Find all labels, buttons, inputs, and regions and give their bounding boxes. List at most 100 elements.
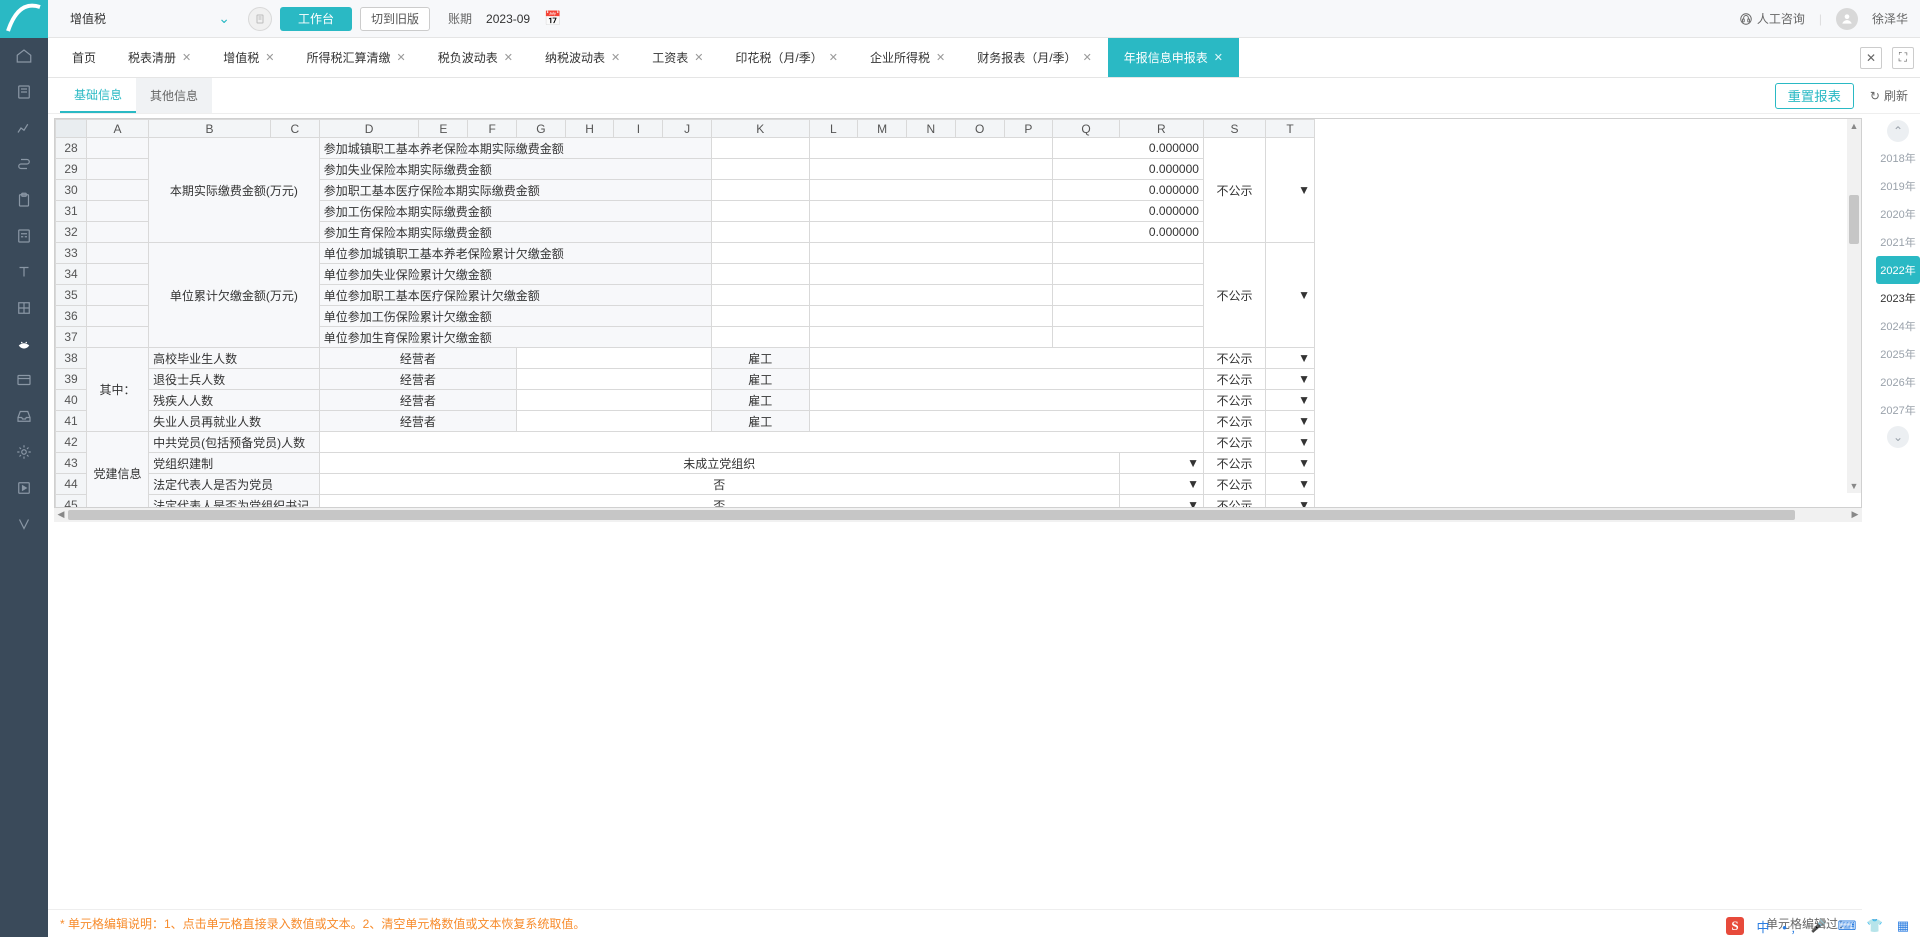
corner-cell[interactable] bbox=[56, 120, 87, 138]
username[interactable]: 徐泽华 bbox=[1872, 10, 1908, 27]
tab-item[interactable]: 纳税波动表✕ bbox=[529, 38, 636, 77]
round-doc-icon[interactable] bbox=[248, 7, 272, 31]
cell[interactable] bbox=[87, 180, 149, 201]
cell[interactable]: 单位参加工伤保险累计欠缴金额 bbox=[319, 306, 711, 327]
cell[interactable]: 经营者 bbox=[319, 411, 516, 432]
nav-grid-icon[interactable] bbox=[0, 290, 48, 326]
cell[interactable] bbox=[711, 180, 809, 201]
scroll-down-icon[interactable]: ▼ bbox=[1847, 479, 1861, 493]
tab-item[interactable]: 工资表✕ bbox=[636, 38, 719, 77]
row-header[interactable]: 39 bbox=[56, 369, 87, 390]
col-header[interactable]: K bbox=[711, 120, 809, 138]
cell[interactable] bbox=[87, 285, 149, 306]
nav-inbox-icon[interactable] bbox=[0, 398, 48, 434]
col-header[interactable]: D bbox=[319, 120, 419, 138]
cell[interactable]: 否 bbox=[319, 495, 1119, 508]
col-header[interactable]: J bbox=[663, 120, 712, 138]
cell[interactable] bbox=[711, 222, 809, 243]
cell[interactable] bbox=[1053, 327, 1204, 348]
year-nav-down-icon[interactable]: ⌄ bbox=[1887, 426, 1909, 448]
close-all-tabs-icon[interactable]: ✕ bbox=[1860, 47, 1882, 69]
nav-money-icon[interactable] bbox=[0, 146, 48, 182]
cell[interactable] bbox=[809, 138, 1053, 159]
row-header[interactable]: 31 bbox=[56, 201, 87, 222]
tab-close-icon[interactable]: ✕ bbox=[936, 51, 945, 64]
year-item[interactable]: 2027年 bbox=[1876, 396, 1919, 424]
tab-item[interactable]: 财务报表（月/季）✕ bbox=[961, 38, 1108, 77]
cell[interactable] bbox=[809, 201, 1053, 222]
cell[interactable]: 不公示 bbox=[1203, 138, 1265, 243]
vertical-scrollbar[interactable]: ▲ ▼ bbox=[1847, 119, 1861, 493]
cell[interactable]: 0.000000 bbox=[1053, 180, 1204, 201]
row-header[interactable]: 30 bbox=[56, 180, 87, 201]
cell[interactable]: 参加生育保险本期实际缴费金额 bbox=[319, 222, 711, 243]
cell[interactable] bbox=[711, 201, 809, 222]
cell[interactable]: 单位参加城镇职工基本养老保险累计欠缴金额 bbox=[319, 243, 711, 264]
nav-chart-icon[interactable] bbox=[0, 110, 48, 146]
year-item[interactable]: 2018年 bbox=[1876, 144, 1919, 172]
cell[interactable] bbox=[516, 348, 711, 369]
cell[interactable]: 0.000000 bbox=[1053, 138, 1204, 159]
cell[interactable]: 单位参加生育保险累计欠缴金额 bbox=[319, 327, 711, 348]
year-item[interactable]: 2020年 bbox=[1876, 200, 1919, 228]
cell[interactable] bbox=[711, 159, 809, 180]
cell[interactable] bbox=[809, 411, 1203, 432]
row-header[interactable]: 29 bbox=[56, 159, 87, 180]
nav-card-icon[interactable] bbox=[0, 362, 48, 398]
cell[interactable] bbox=[809, 369, 1203, 390]
cell[interactable] bbox=[516, 369, 711, 390]
nav-gear-icon[interactable] bbox=[0, 434, 48, 470]
cell[interactable]: 中共党员(包括预备党员)人数 bbox=[149, 432, 320, 453]
cell[interactable]: 不公示 bbox=[1203, 369, 1265, 390]
consult-link[interactable]: 人工咨询 bbox=[1739, 10, 1805, 27]
scroll-up-icon[interactable]: ▲ bbox=[1847, 119, 1861, 133]
cell[interactable] bbox=[87, 306, 149, 327]
cell[interactable]: 不公示 bbox=[1203, 348, 1265, 369]
ime-cn-icon[interactable]: 中 bbox=[1754, 917, 1772, 935]
scroll-left-icon[interactable]: ◀ bbox=[54, 508, 68, 522]
nav-active-icon[interactable] bbox=[0, 326, 48, 362]
cell[interactable] bbox=[516, 411, 711, 432]
cell[interactable]: ▼ bbox=[1266, 495, 1315, 508]
cell[interactable]: 雇工 bbox=[711, 348, 809, 369]
ime-mic-icon[interactable]: 🎤 bbox=[1810, 917, 1828, 935]
cell[interactable] bbox=[516, 390, 711, 411]
col-header[interactable]: B bbox=[149, 120, 271, 138]
cell[interactable]: 未成立党组织 bbox=[319, 453, 1119, 474]
ime-keyboard-icon[interactable]: ⌨ bbox=[1838, 917, 1856, 935]
col-header[interactable]: M bbox=[858, 120, 907, 138]
cell[interactable]: 不公示 bbox=[1203, 474, 1265, 495]
cell[interactable]: ▼ bbox=[1266, 474, 1315, 495]
year-item[interactable]: 2019年 bbox=[1876, 172, 1919, 200]
cell[interactable]: 残疾人人数 bbox=[149, 390, 320, 411]
year-item[interactable]: 2025年 bbox=[1876, 340, 1919, 368]
tab-close-icon[interactable]: ✕ bbox=[694, 51, 703, 64]
tab-item[interactable]: 首页 bbox=[56, 38, 112, 77]
cell[interactable]: 法定代表人是否为党员 bbox=[149, 474, 320, 495]
cell[interactable]: 0.000000 bbox=[1053, 201, 1204, 222]
expand-tabs-icon[interactable]: ⛶ bbox=[1892, 47, 1914, 69]
cell[interactable]: 参加城镇职工基本养老保险本期实际缴费金额 bbox=[319, 138, 711, 159]
tab-item[interactable]: 印花税（月/季）✕ bbox=[719, 38, 854, 77]
tax-type-select[interactable]: 增值税 ⌄ bbox=[60, 6, 240, 32]
col-header[interactable]: C bbox=[271, 120, 320, 138]
row-header[interactable]: 45 bbox=[56, 495, 87, 508]
cell[interactable] bbox=[87, 327, 149, 348]
year-item[interactable]: 2026年 bbox=[1876, 368, 1919, 396]
row-header[interactable]: 28 bbox=[56, 138, 87, 159]
cell[interactable] bbox=[809, 222, 1053, 243]
cell[interactable]: 参加工伤保险本期实际缴费金额 bbox=[319, 201, 711, 222]
cell[interactable]: 不公示 bbox=[1203, 432, 1265, 453]
col-header[interactable]: A bbox=[87, 120, 149, 138]
col-header[interactable]: E bbox=[419, 120, 468, 138]
nav-home-icon[interactable] bbox=[0, 38, 48, 74]
cell[interactable]: 不公示 bbox=[1203, 390, 1265, 411]
col-header[interactable]: G bbox=[516, 120, 565, 138]
cell[interactable]: 本期实际缴费金额(万元) bbox=[149, 138, 320, 243]
nav-v-icon[interactable] bbox=[0, 506, 48, 542]
cell[interactable] bbox=[711, 243, 809, 264]
nav-clipboard-icon[interactable] bbox=[0, 182, 48, 218]
row-header[interactable]: 35 bbox=[56, 285, 87, 306]
col-header[interactable]: L bbox=[809, 120, 858, 138]
cell[interactable]: 雇工 bbox=[711, 369, 809, 390]
